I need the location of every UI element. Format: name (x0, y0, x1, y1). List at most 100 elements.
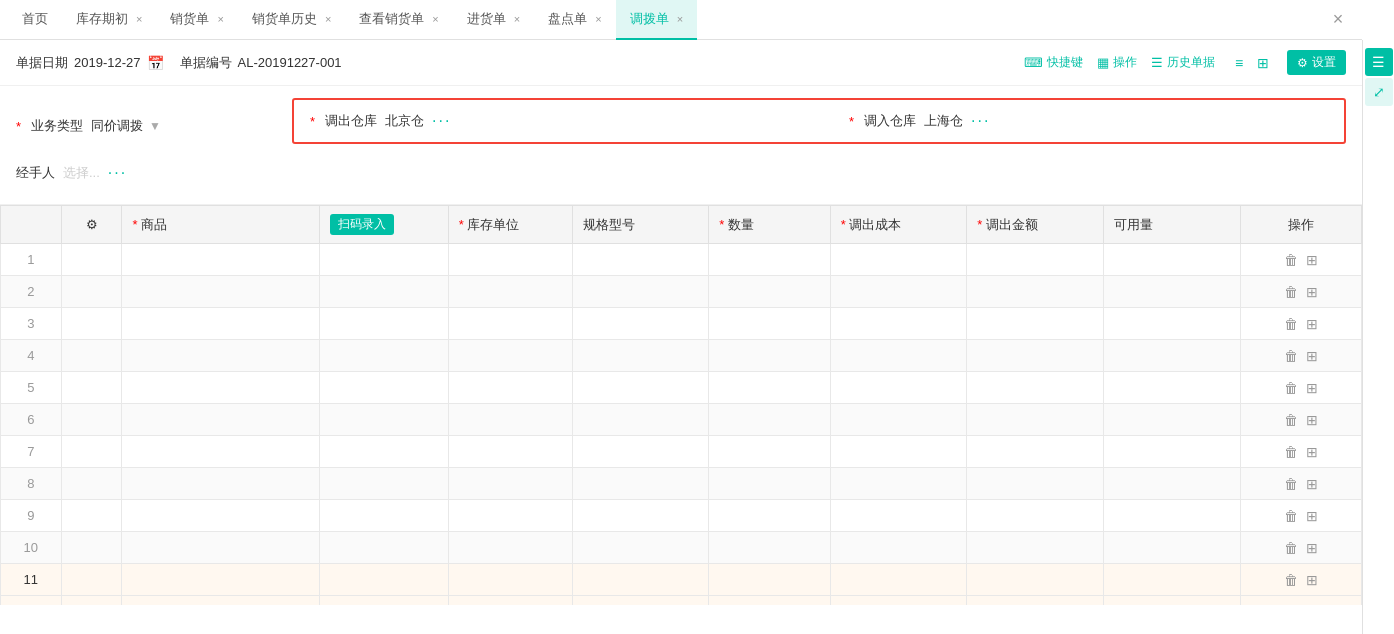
tab-home[interactable]: 首页 (8, 0, 62, 40)
tab-inventory-init[interactable]: 库存期初 × (62, 0, 156, 40)
required-star-out: * (310, 114, 315, 129)
delete-icon[interactable]: 🗑 (1284, 508, 1298, 524)
calendar-icon[interactable]: 📅 (147, 55, 164, 71)
th-action: 操作 (1240, 206, 1362, 244)
tab-close-stocktake[interactable]: × (595, 13, 601, 25)
warehouse-out-more[interactable]: ··· (432, 112, 451, 130)
delete-icon[interactable]: 🗑 (1284, 284, 1298, 300)
history-button[interactable]: ☰ 历史单据 (1151, 54, 1215, 71)
operations-button[interactable]: ▦ 操作 (1097, 54, 1137, 71)
row-index: 4 (1, 340, 62, 372)
row-index: 9 (1, 500, 62, 532)
delete-icon[interactable]: 🗑 (1284, 476, 1298, 492)
copy-icon[interactable]: ⊞ (1306, 252, 1318, 268)
shortcuts-button[interactable]: ⌨ 快捷键 (1024, 54, 1083, 71)
warehouse-out-group: * 调出仓库 北京仓 ··· (310, 112, 789, 130)
row-index: 1 (1, 244, 62, 276)
sidebar-list-button[interactable]: ☰ (1365, 48, 1393, 76)
number-field: 单据编号 AL-20191227-001 (180, 54, 342, 72)
th-index (1, 206, 62, 244)
delete-icon[interactable]: 🗑 (1284, 540, 1298, 556)
person-group: 经手人 选择... ··· (16, 164, 127, 182)
table-row: 8 🗑 ⊞ (1, 468, 1362, 500)
copy-icon[interactable]: ⊞ (1306, 316, 1318, 332)
form-header: 单据日期 2019-12-27 📅 单据编号 AL-20191227-001 ⌨… (0, 40, 1362, 86)
copy-icon[interactable]: ⊞ (1306, 508, 1318, 524)
form-area: * 业务类型 同价调拨 ▼ * 调出仓库 北京仓 ··· * (0, 86, 1362, 205)
table-row: 3 🗑 ⊞ (1, 308, 1362, 340)
shortcuts-icon: ⌨ (1024, 55, 1043, 70)
copy-icon[interactable]: ⊞ (1306, 572, 1318, 588)
tab-close-sales-order[interactable]: × (217, 13, 223, 25)
tab-transfer[interactable]: 调拨单 × (616, 0, 697, 40)
layout-list-icon[interactable]: ≡ (1229, 53, 1249, 73)
dropdown-arrow-icon: ▼ (149, 119, 161, 133)
table-body: 1 🗑 ⊞ 2 🗑 ⊞ 3 (1, 244, 1362, 606)
tab-close-purchase-order[interactable]: × (514, 13, 520, 25)
form-row-1: * 业务类型 同价调拨 ▼ * 调出仓库 北京仓 ··· * (16, 98, 1346, 154)
copy-icon[interactable]: ⊞ (1306, 476, 1318, 492)
required-star: * (16, 119, 21, 134)
delete-icon[interactable]: 🗑 (1284, 380, 1298, 396)
operations-icon: ▦ (1097, 55, 1109, 70)
delete-icon[interactable]: 🗑 (1284, 252, 1298, 268)
right-sidebar: ☰ ⤢ (1362, 40, 1394, 605)
copy-icon[interactable]: ⊞ (1306, 444, 1318, 460)
delete-icon[interactable]: 🗑 (1284, 348, 1298, 364)
copy-icon[interactable]: ⊞ (1306, 284, 1318, 300)
delete-icon[interactable]: 🗑 (1284, 412, 1298, 428)
copy-icon[interactable]: ⊞ (1306, 380, 1318, 396)
expand-icon: ⤢ (1373, 84, 1385, 100)
tab-sales-history[interactable]: 销货单历史 × (238, 0, 345, 40)
form-header-right: ⌨ 快捷键 ▦ 操作 ☰ 历史单据 ≡ ⊞ ⚙ 设置 (1024, 50, 1346, 75)
settings-button[interactable]: ⚙ 设置 (1287, 50, 1346, 75)
th-scan: 扫码录入 (319, 206, 448, 244)
tab-close-transfer[interactable]: × (677, 13, 683, 25)
table-header-row: ⚙ * 商品 扫码录入 * 库存单位 规格型号 * (1, 206, 1362, 244)
window-close-button[interactable]: × (1322, 4, 1354, 36)
warehouse-in-more[interactable]: ··· (971, 112, 990, 130)
th-spec: 规格型号 (572, 206, 709, 244)
table-row: 7 🗑 ⊞ (1, 436, 1362, 468)
table-row: 1 🗑 ⊞ (1, 244, 1362, 276)
tab-view-sales[interactable]: 查看销货单 × (345, 0, 452, 40)
copy-icon[interactable]: ⊞ (1306, 412, 1318, 428)
required-star-in: * (849, 114, 854, 129)
copy-icon[interactable]: ⊞ (1306, 348, 1318, 364)
delete-icon[interactable]: 🗑 (1284, 572, 1298, 588)
data-table: ⚙ * 商品 扫码录入 * 库存单位 规格型号 * (0, 205, 1362, 605)
row-index: 7 (1, 436, 62, 468)
tab-purchase-order[interactable]: 进货单 × (453, 0, 534, 40)
gear-icon: ⚙ (86, 217, 98, 232)
warehouse-section: * 调出仓库 北京仓 ··· * 调入仓库 上海仓 ··· (292, 98, 1346, 144)
table-container: ⚙ * 商品 扫码录入 * 库存单位 规格型号 * (0, 205, 1362, 605)
tab-close-view-sales[interactable]: × (432, 13, 438, 25)
th-qty: * 数量 (709, 206, 830, 244)
th-product: * 商品 (122, 206, 319, 244)
delete-icon[interactable]: 🗑 (1284, 444, 1298, 460)
table-row: 2 🗑 ⊞ (1, 276, 1362, 308)
tab-stocktake[interactable]: 盘点单 × (534, 0, 615, 40)
th-unit: * 库存单位 (448, 206, 572, 244)
subtotal-row: 小计 0.00 0.00 0.00 (1, 596, 1362, 606)
scan-button[interactable]: 扫码录入 (330, 214, 394, 235)
row-index: 11 (1, 564, 62, 596)
layout-grid-icon[interactable]: ⊞ (1253, 53, 1273, 73)
list-icon: ☰ (1372, 54, 1385, 70)
tab-sales-order[interactable]: 销货单 × (156, 0, 237, 40)
row-index: 10 (1, 532, 62, 564)
history-icon: ☰ (1151, 55, 1163, 70)
sidebar-expand-button[interactable]: ⤢ (1365, 78, 1393, 106)
th-cost: * 调出成本 (830, 206, 967, 244)
tab-close-sales-history[interactable]: × (325, 13, 331, 25)
tab-close-inventory-init[interactable]: × (136, 13, 142, 25)
warehouse-in-group: * 调入仓库 上海仓 ··· (849, 112, 1328, 130)
table-row: 9 🗑 ⊞ (1, 500, 1362, 532)
copy-icon[interactable]: ⊞ (1306, 540, 1318, 556)
business-type-dropdown[interactable]: 同价调拨 ▼ (91, 117, 251, 135)
table-row: 11 🗑 ⊞ (1, 564, 1362, 596)
delete-icon[interactable]: 🗑 (1284, 316, 1298, 332)
date-field: 单据日期 2019-12-27 📅 (16, 54, 164, 72)
person-more[interactable]: ··· (108, 164, 127, 182)
th-gear[interactable]: ⚙ (61, 206, 122, 244)
